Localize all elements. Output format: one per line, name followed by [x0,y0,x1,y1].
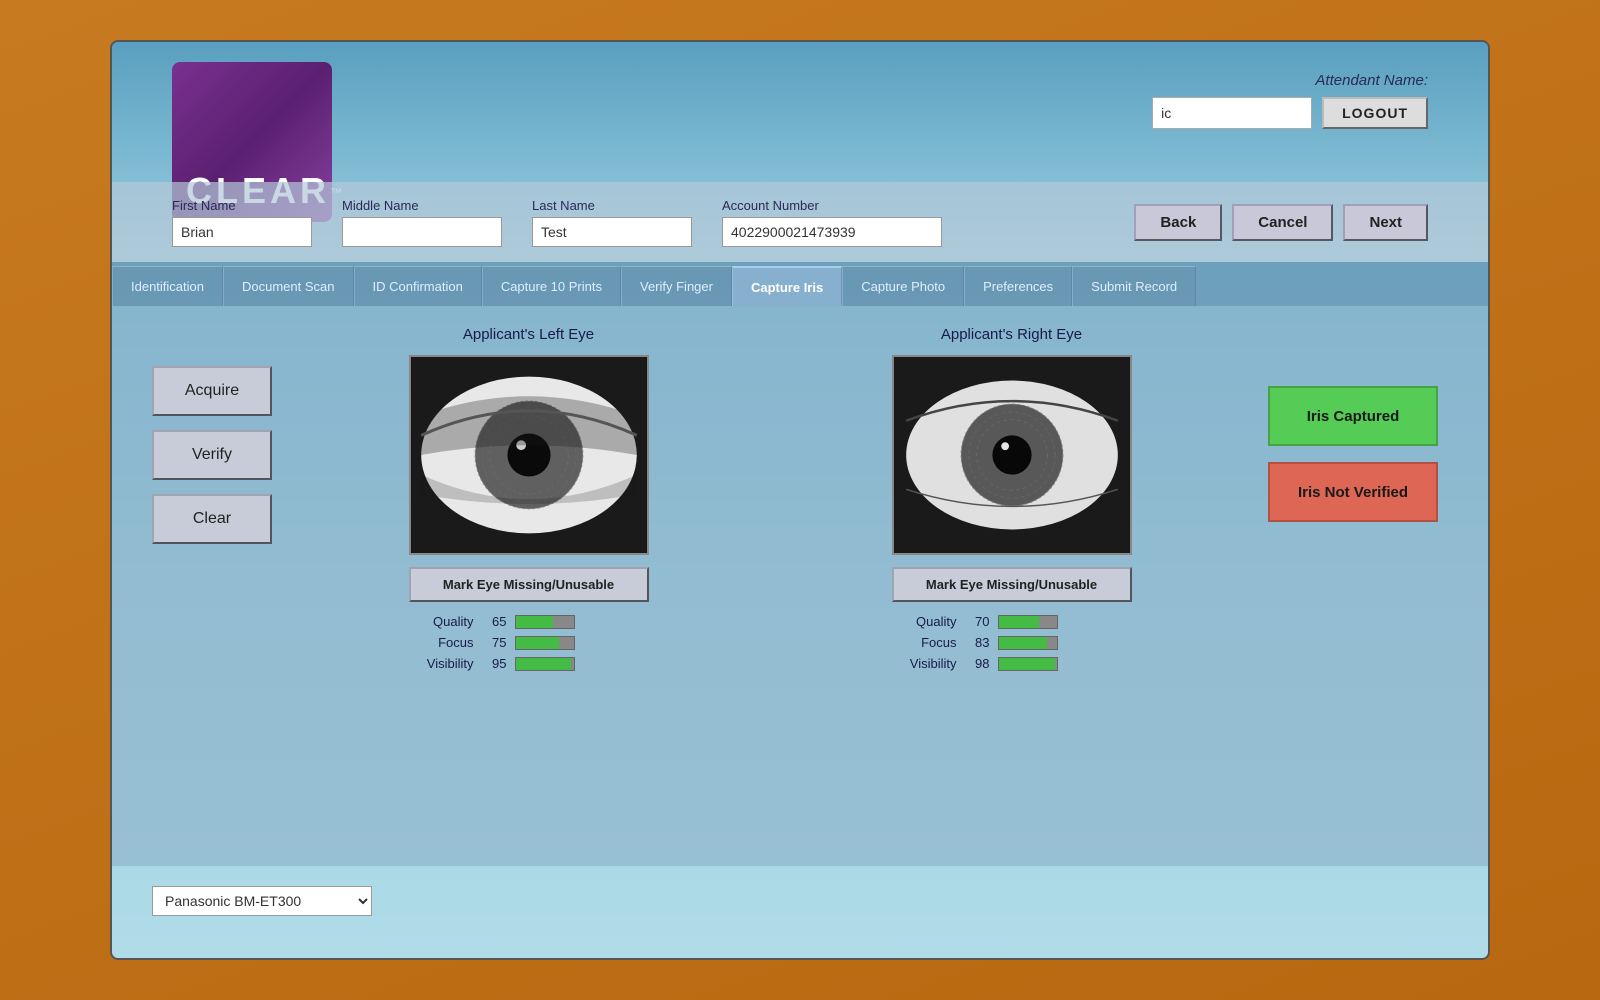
left-focus-row: Focus 75 [409,635,649,650]
left-eye-panel: Applicant's Left Eye [302,326,755,671]
eyes-area: Applicant's Left Eye [302,326,1238,671]
left-controls: Acquire Verify Clear [152,326,272,671]
left-eye-image [409,355,649,555]
left-visibility-bar-bg [515,657,575,671]
right-visibility-value: 98 [965,656,990,671]
right-visibility-bar-bg [998,657,1058,671]
first-name-label: First Name [172,198,312,213]
right-focus-label: Focus [892,635,957,650]
right-focus-bar-fill [999,637,1047,649]
next-button[interactable]: Next [1343,204,1428,241]
tab-capture-photo[interactable]: Capture Photo [842,266,964,306]
nav-buttons: Back Cancel Next [1134,204,1428,241]
right-eye-title: Applicant's Right Eye [941,326,1082,343]
left-visibility-bar-fill [516,658,571,670]
first-name-group: First Name [172,198,312,247]
left-eye-mark-button[interactable]: Mark Eye Missing/Unusable [409,567,649,602]
cancel-button[interactable]: Cancel [1232,204,1333,241]
attendant-row: LOGOUT [1152,97,1428,129]
right-status: Iris Captured Iris Not Verified [1268,326,1448,671]
attendant-area: Attendant Name: LOGOUT [1152,72,1428,129]
middle-name-group: Middle Name [342,198,502,247]
attendant-input[interactable] [1152,97,1312,129]
back-button[interactable]: Back [1134,204,1222,241]
content-inner: Acquire Verify Clear Applicant's Left Ey… [152,326,1448,671]
tab-submit-record[interactable]: Submit Record [1072,266,1196,306]
left-focus-label: Focus [409,635,474,650]
left-eye-quality-area: Quality 65 Focus 75 [409,614,649,671]
account-number-label: Account Number [722,198,942,213]
right-quality-bar-bg [998,615,1058,629]
tab-capture-iris[interactable]: Capture Iris [732,266,842,306]
right-visibility-label: Visibility [892,656,957,671]
iris-captured-badge: Iris Captured [1268,386,1438,446]
tab-capture-10-prints[interactable]: Capture 10 Prints [482,266,621,306]
screen: CLEAR™ Attendant Name: LOGOUT First Name… [110,40,1490,960]
left-quality-bar-bg [515,615,575,629]
left-focus-bar-fill [516,637,560,649]
logout-button[interactable]: LOGOUT [1322,97,1428,129]
account-number-input[interactable] [722,217,942,247]
bottom-area: Panasonic BM-ET300 IrisGuard IG-AD100 LG… [112,866,1488,936]
right-eye-panel: Applicant's Right Eye [785,326,1238,671]
right-focus-bar-bg [998,636,1058,650]
right-eye-svg [894,357,1130,553]
outer-frame: CLEAR™ Attendant Name: LOGOUT First Name… [0,0,1600,1000]
main-content: Acquire Verify Clear Applicant's Left Ey… [112,306,1488,866]
tabs-area: Identification Document Scan ID Confirma… [112,262,1488,306]
tab-document-scan[interactable]: Document Scan [223,266,354,306]
account-number-group: Account Number [722,198,942,247]
tab-identification[interactable]: Identification [112,266,223,306]
first-name-input[interactable] [172,217,312,247]
right-focus-value: 83 [965,635,990,650]
middle-name-label: Middle Name [342,198,502,213]
tab-preferences[interactable]: Preferences [964,266,1072,306]
right-eye-quality-area: Quality 70 Focus 83 [892,614,1132,671]
left-focus-value: 75 [482,635,507,650]
left-quality-value: 65 [482,614,507,629]
header: CLEAR™ Attendant Name: LOGOUT First Name… [112,42,1488,262]
right-focus-row: Focus 83 [892,635,1132,650]
left-visibility-label: Visibility [409,656,474,671]
left-quality-row: Quality 65 [409,614,649,629]
left-visibility-row: Visibility 95 [409,656,649,671]
left-focus-bar-bg [515,636,575,650]
form-area: First Name Middle Name Last Name Account… [112,182,1488,262]
middle-name-input[interactable] [342,217,502,247]
iris-not-verified-badge: Iris Not Verified [1268,462,1438,522]
left-quality-label: Quality [409,614,474,629]
left-quality-bar-fill [516,616,554,628]
acquire-button[interactable]: Acquire [152,366,272,416]
verify-button[interactable]: Verify [152,430,272,480]
left-visibility-value: 95 [482,656,507,671]
right-quality-bar-fill [999,616,1040,628]
right-quality-row: Quality 70 [892,614,1132,629]
tab-verify-finger[interactable]: Verify Finger [621,266,732,306]
last-name-group: Last Name [532,198,692,247]
attendant-label: Attendant Name: [1315,72,1428,89]
tab-id-confirmation[interactable]: ID Confirmation [354,266,482,306]
last-name-label: Last Name [532,198,692,213]
last-name-input[interactable] [532,217,692,247]
right-quality-value: 70 [965,614,990,629]
clear-button[interactable]: Clear [152,494,272,544]
left-eye-title: Applicant's Left Eye [463,326,594,343]
device-select[interactable]: Panasonic BM-ET300 IrisGuard IG-AD100 LG… [152,886,372,916]
right-visibility-bar-fill [999,658,1056,670]
right-visibility-row: Visibility 98 [892,656,1132,671]
right-eye-mark-button[interactable]: Mark Eye Missing/Unusable [892,567,1132,602]
left-eye-svg [411,357,647,553]
right-eye-image [892,355,1132,555]
right-quality-label: Quality [892,614,957,629]
